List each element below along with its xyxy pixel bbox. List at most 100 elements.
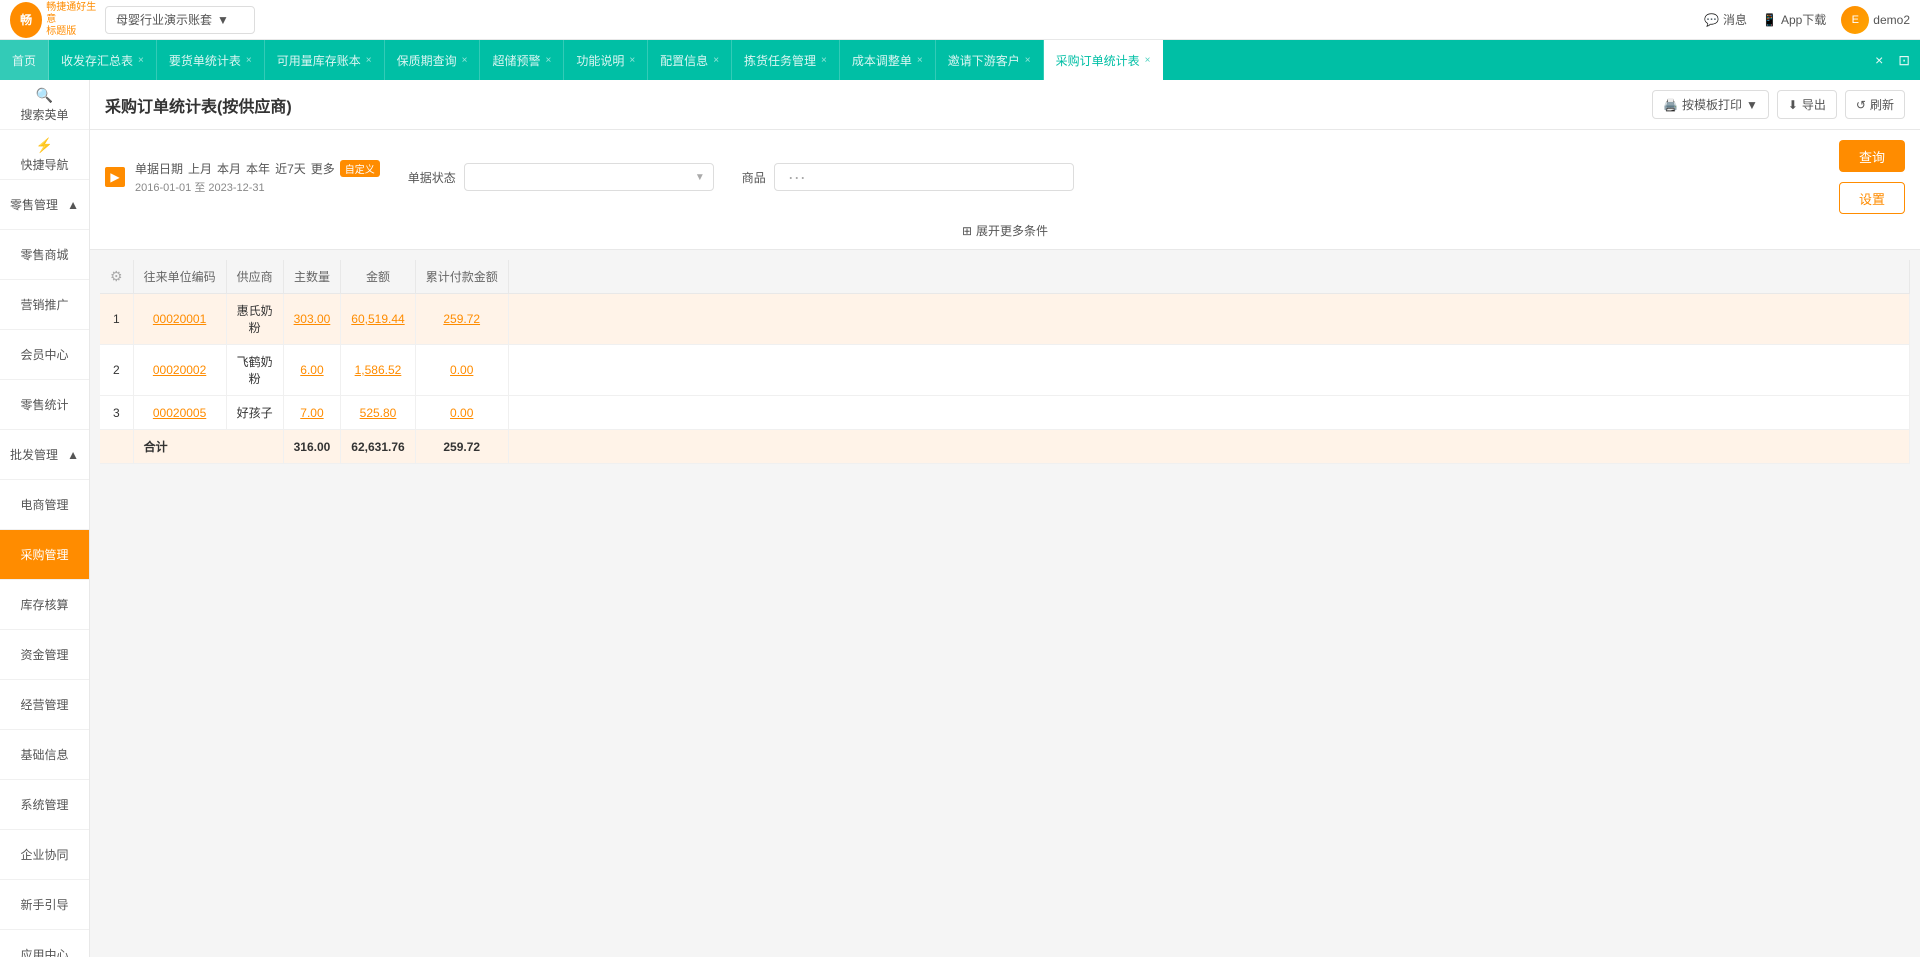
- message-button[interactable]: 💬 消息: [1704, 11, 1747, 28]
- template-print-button[interactable]: 🖨️ 按模板打印 ▼: [1652, 90, 1769, 119]
- refresh-icon: ↺: [1856, 98, 1866, 112]
- sidebar-item-basic[interactable]: 基础信息: [0, 730, 89, 780]
- workspace-name: 母婴行业演示账套: [116, 11, 212, 28]
- tab-close-config[interactable]: ×: [713, 55, 719, 66]
- sidebar-item-collab[interactable]: 企业协同: [0, 830, 89, 880]
- shortcut-more[interactable]: 更多: [311, 160, 335, 177]
- sidebar-item-operations[interactable]: 经营管理: [0, 680, 89, 730]
- table-header: ⚙ 往来单位编码 供应商 主数量 金额 累计付款金额: [100, 260, 1910, 294]
- tab-stocksummary[interactable]: 收发存汇总表 ×: [49, 40, 157, 80]
- goods-select[interactable]: ···: [774, 163, 1074, 191]
- sidebar-item-purchase[interactable]: 采购管理: [0, 530, 89, 580]
- setting-button[interactable]: 设置: [1839, 182, 1905, 214]
- tab-purchasestat[interactable]: 采购订单统计表 ×: [1044, 40, 1164, 80]
- row3-paid[interactable]: 0.00: [415, 396, 508, 430]
- sidebar-item-newguide[interactable]: 新手引导: [0, 880, 89, 930]
- shortcut-this-year[interactable]: 本年: [246, 160, 270, 177]
- sidebar-item-retailshop[interactable]: 零售商城: [0, 230, 89, 280]
- top-bar: 畅 畅捷通好生意 标题版 母婴行业演示账套 ▼ 💬 消息 📱 App下载 E d…: [0, 0, 1920, 40]
- app-logo-icon: 畅: [10, 2, 42, 38]
- nav-expand-button[interactable]: ⊡: [1893, 50, 1915, 71]
- tab-close-purchasestat[interactable]: ×: [1145, 55, 1151, 66]
- retail-collapse-icon: ▲: [67, 198, 79, 212]
- export-button[interactable]: ⬇ 导出: [1777, 90, 1837, 119]
- tab-stockbook[interactable]: 可用量库存账本 ×: [265, 40, 385, 80]
- filter-actions: 查询 设置: [1839, 140, 1905, 214]
- sidebar-item-members[interactable]: 会员中心: [0, 330, 89, 380]
- sidebar-item-retailstat[interactable]: 零售统计: [0, 380, 89, 430]
- sidebar-item-marketing[interactable]: 营销推广: [0, 280, 89, 330]
- row1-paid[interactable]: 259.72: [415, 294, 508, 345]
- nav-close-button[interactable]: ×: [1870, 50, 1888, 70]
- tab-funchelp[interactable]: 功能说明 ×: [564, 40, 648, 80]
- row3-code[interactable]: 00020005: [133, 396, 226, 430]
- row3-amount[interactable]: 525.80: [341, 396, 415, 430]
- app-download-button[interactable]: 📱 App下载: [1762, 11, 1826, 28]
- status-select[interactable]: ▼: [464, 163, 714, 191]
- row1-code[interactable]: 00020001: [133, 294, 226, 345]
- main-layout: 🔍 搜索英单 ⚡ 快捷导航 零售管理 ▲ 零售商城 营销推广 会员中心 零售统计…: [0, 80, 1920, 957]
- col-code: 往来单位编码: [133, 260, 226, 294]
- row3-num: 3: [100, 396, 133, 430]
- row2-supplier: 飞鹤奶粉: [226, 345, 283, 396]
- shortcut-prev-month[interactable]: 上月: [188, 160, 212, 177]
- custom-badge: 自定义: [340, 160, 380, 177]
- row3-quantity[interactable]: 7.00: [283, 396, 341, 430]
- refresh-button[interactable]: ↺ 刷新: [1845, 90, 1905, 119]
- tab-close-invite[interactable]: ×: [1025, 55, 1031, 66]
- tab-close-stocksummary[interactable]: ×: [138, 55, 144, 66]
- sidebar: 🔍 搜索英单 ⚡ 快捷导航 零售管理 ▲ 零售商城 营销推广 会员中心 零售统计…: [0, 80, 90, 957]
- sidebar-item-retail[interactable]: 零售管理 ▲: [0, 180, 89, 230]
- sidebar-item-inventory[interactable]: 库存核算: [0, 580, 89, 630]
- user-menu[interactable]: E demo2: [1841, 6, 1910, 34]
- shortcut-this-month[interactable]: 本月: [217, 160, 241, 177]
- tab-expiry[interactable]: 保质期查询 ×: [385, 40, 481, 80]
- tab-close-expiry[interactable]: ×: [462, 55, 468, 66]
- nav-right-controls: × ⊡: [1865, 50, 1920, 71]
- filter-area: ▶ 单据日期 上月 本月 本年 近7天 更多 自定义 2016-01: [90, 130, 1920, 250]
- row1-quantity[interactable]: 303.00: [283, 294, 341, 345]
- row2-amount[interactable]: 1,586.52: [341, 345, 415, 396]
- row2-code[interactable]: 00020002: [133, 345, 226, 396]
- row2-extra: [508, 345, 1909, 396]
- row2-paid[interactable]: 0.00: [415, 345, 508, 396]
- sidebar-item-finance[interactable]: 资金管理: [0, 630, 89, 680]
- sidebar-item-system[interactable]: 系统管理: [0, 780, 89, 830]
- tab-picktask[interactable]: 拣货任务管理 ×: [732, 40, 840, 80]
- col-settings[interactable]: ⚙: [100, 260, 133, 294]
- sidebar-item-ecommerce[interactable]: 电商管理: [0, 480, 89, 530]
- table-row: 2 00020002 飞鹤奶粉 6.00 1,586.52 0.00: [100, 345, 1910, 396]
- row2-quantity[interactable]: 6.00: [283, 345, 341, 396]
- tab-overstock[interactable]: 超储预警 ×: [480, 40, 564, 80]
- sidebar-item-quicknav[interactable]: ⚡ 快捷导航: [0, 130, 89, 180]
- tab-close-overstock[interactable]: ×: [545, 55, 551, 66]
- tab-close-stockbook[interactable]: ×: [366, 55, 372, 66]
- sidebar-item-appcenter[interactable]: 应用中心: [0, 930, 89, 957]
- tab-close-funchelp[interactable]: ×: [629, 55, 635, 66]
- table-footer: 合计 316.00 62,631.76 259.72: [100, 430, 1910, 464]
- tab-close-picktask[interactable]: ×: [821, 55, 827, 66]
- sidebar-item-wholesale[interactable]: 批发管理 ▲: [0, 430, 89, 480]
- content-area: 采购订单统计表(按供应商) 🖨️ 按模板打印 ▼ ⬇ 导出 ↺ 刷新: [90, 80, 1920, 957]
- goods-more-icon[interactable]: ···: [783, 167, 811, 188]
- expand-more-icon: ⊞: [962, 224, 972, 238]
- col-paid: 累计付款金额: [415, 260, 508, 294]
- filter-toggle-arrow[interactable]: ▶: [105, 167, 125, 187]
- shortcut-7days[interactable]: 近7天: [275, 160, 306, 177]
- row1-amount[interactable]: 60,519.44: [341, 294, 415, 345]
- expand-more-button[interactable]: ⊞ 展开更多条件: [962, 222, 1048, 239]
- tab-costadj[interactable]: 成本调整单 ×: [840, 40, 936, 80]
- settings-icon[interactable]: ⚙: [110, 268, 123, 284]
- table-row: 3 00020005 好孩子 7.00 525.80 0.00: [100, 396, 1910, 430]
- tab-close-orderstat[interactable]: ×: [246, 55, 252, 66]
- workspace-selector[interactable]: 母婴行业演示账套 ▼: [105, 6, 255, 34]
- sidebar-item-search[interactable]: 🔍 搜索英单: [0, 80, 89, 130]
- tab-home[interactable]: 首页: [0, 40, 49, 80]
- tab-config[interactable]: 配置信息 ×: [648, 40, 732, 80]
- footer-quantity: 316.00: [283, 430, 341, 464]
- query-button[interactable]: 查询: [1839, 140, 1905, 172]
- page-actions: 🖨️ 按模板打印 ▼ ⬇ 导出 ↺ 刷新: [1652, 90, 1905, 119]
- tab-invite[interactable]: 邀请下游客户 ×: [936, 40, 1044, 80]
- tab-close-costadj[interactable]: ×: [917, 55, 923, 66]
- tab-orderstat[interactable]: 要货单统计表 ×: [157, 40, 265, 80]
